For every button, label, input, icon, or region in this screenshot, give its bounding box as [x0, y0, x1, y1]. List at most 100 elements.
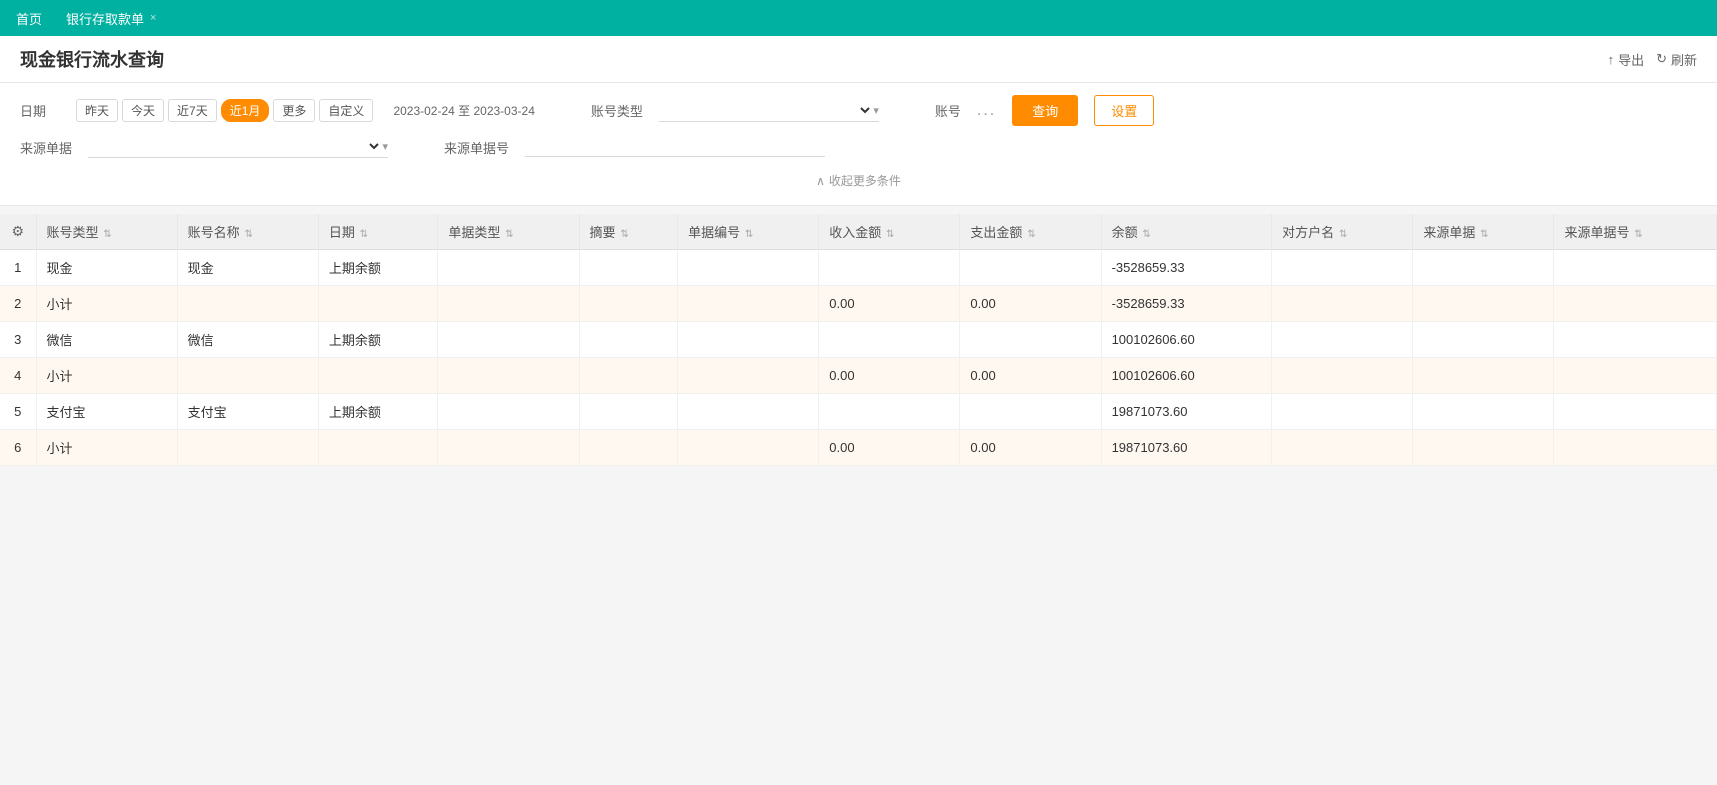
- source-doc-no-input[interactable]: [525, 137, 825, 157]
- cell-3: [318, 358, 438, 394]
- nav-tab-银行存取款单[interactable]: 银行存取款单×: [54, 0, 194, 36]
- table-row: 5支付宝支付宝上期余额19871073.60: [0, 394, 1717, 430]
- settings-button[interactable]: 设置: [1094, 95, 1154, 126]
- table-row: 3微信微信上期余额100102606.60: [0, 322, 1717, 358]
- sort-icon-11: ⇅: [1477, 229, 1488, 240]
- cell-12: [1554, 394, 1717, 430]
- cell-8: 0.00: [960, 358, 1101, 394]
- cell-2: [177, 286, 318, 322]
- top-navigation: 首页 收款单×付款单×其他收入单×应收应付调整单×银行存取款单×预收冲应收单×收…: [0, 0, 1717, 36]
- cell-12: [1554, 286, 1717, 322]
- col-header-11: 来源单据 ⇅: [1413, 214, 1554, 250]
- cell-5: [579, 394, 678, 430]
- filter-area: 日期 昨天今天近7天近1月更多自定义 2023-02-24 至 2023-03-…: [0, 83, 1717, 206]
- cell-6: [678, 394, 819, 430]
- cell-12: [1554, 322, 1717, 358]
- date-btn-自定义[interactable]: 自定义: [319, 99, 373, 122]
- cell-11: [1413, 430, 1554, 466]
- col-header-3: 日期 ⇅: [318, 214, 438, 250]
- col-header-12: 来源单据号 ⇅: [1554, 214, 1717, 250]
- table-row: 2小计0.000.00-3528659.33: [0, 286, 1717, 322]
- row-num: 6: [0, 430, 36, 466]
- cell-3: 上期余额: [318, 250, 438, 286]
- col-header-9: 余额 ⇅: [1101, 214, 1272, 250]
- cell-11: [1413, 322, 1554, 358]
- col-header-10: 对方户名 ⇅: [1272, 214, 1413, 250]
- nav-tabs: 收款单×付款单×其他收入单×应收应付调整单×银行存取款单×预收冲应收单×收款核销…: [54, 0, 194, 36]
- cell-1: 小计: [36, 358, 177, 394]
- cell-7: 0.00: [819, 286, 960, 322]
- table-container: ⚙账号类型 ⇅账号名称 ⇅日期 ⇅单据类型 ⇅摘要 ⇅单据编号 ⇅收入金额 ⇅支…: [0, 214, 1717, 466]
- cell-9: 19871073.60: [1101, 430, 1272, 466]
- cell-10: [1272, 286, 1413, 322]
- export-icon: ↑: [1608, 52, 1615, 67]
- cell-9: -3528659.33: [1101, 250, 1272, 286]
- account-type-select-wrap: ▾: [659, 100, 879, 122]
- cell-4: [438, 430, 579, 466]
- cell-2: [177, 430, 318, 466]
- refresh-icon: ↻: [1656, 51, 1667, 67]
- cell-2: 支付宝: [177, 394, 318, 430]
- account-type-select[interactable]: [659, 100, 873, 121]
- cell-7: 0.00: [819, 430, 960, 466]
- refresh-button[interactable]: ↻ 刷新: [1656, 50, 1697, 69]
- cell-10: [1272, 322, 1413, 358]
- cell-6: [678, 322, 819, 358]
- cell-11: [1413, 250, 1554, 286]
- sort-icon-10: ⇅: [1336, 229, 1347, 240]
- cell-6: [678, 286, 819, 322]
- cell-9: -3528659.33: [1101, 286, 1272, 322]
- account-dots-button[interactable]: ...: [977, 102, 996, 120]
- date-btn-今天[interactable]: 今天: [122, 99, 164, 122]
- close-icon[interactable]: ×: [150, 12, 156, 24]
- table-body: 1现金现金上期余额-3528659.332小计0.000.00-3528659.…: [0, 250, 1717, 466]
- date-btn-昨天[interactable]: 昨天: [76, 99, 118, 122]
- cell-12: [1554, 250, 1717, 286]
- nav-home[interactable]: 首页: [4, 0, 54, 36]
- col-header-5: 摘要 ⇅: [579, 214, 678, 250]
- filter-row-2: 来源单据 ▾ 来源单据号: [20, 136, 1697, 158]
- cell-8: [960, 322, 1101, 358]
- table-header: ⚙账号类型 ⇅账号名称 ⇅日期 ⇅单据类型 ⇅摘要 ⇅单据编号 ⇅收入金额 ⇅支…: [0, 214, 1717, 250]
- sort-icon-1: ⇅: [101, 229, 112, 240]
- cell-1: 微信: [36, 322, 177, 358]
- col-header-2: 账号名称 ⇅: [177, 214, 318, 250]
- sort-icon-5: ⇅: [618, 229, 629, 240]
- date-btn-近1月[interactable]: 近1月: [221, 99, 270, 122]
- cell-1: 小计: [36, 430, 177, 466]
- sort-icon-12: ⇅: [1631, 229, 1642, 240]
- cell-9: 100102606.60: [1101, 322, 1272, 358]
- table-row: 4小计0.000.00100102606.60: [0, 358, 1717, 394]
- cell-7: 0.00: [819, 358, 960, 394]
- source-doc-no-label: 来源单据号: [444, 138, 509, 157]
- header-actions: ↑ 导出 ↻ 刷新: [1608, 50, 1697, 69]
- cell-7: [819, 250, 960, 286]
- cell-6: [678, 250, 819, 286]
- cell-5: [579, 286, 678, 322]
- date-range: 2023-02-24 至 2023-03-24: [393, 102, 534, 119]
- cell-3: [318, 286, 438, 322]
- collapse-row[interactable]: ∧ 收起更多条件: [20, 168, 1697, 193]
- col-header-6: 单据编号 ⇅: [678, 214, 819, 250]
- page-header: 现金银行流水查询 ↑ 导出 ↻ 刷新: [0, 36, 1717, 83]
- col-header-7: 收入金额 ⇅: [819, 214, 960, 250]
- cell-11: [1413, 286, 1554, 322]
- date-buttons: 昨天今天近7天近1月更多自定义: [76, 99, 373, 122]
- date-btn-更多[interactable]: 更多: [273, 99, 315, 122]
- row-num: 4: [0, 358, 36, 394]
- date-btn-近7天[interactable]: 近7天: [168, 99, 217, 122]
- source-doc-select[interactable]: [88, 136, 382, 157]
- cell-12: [1554, 358, 1717, 394]
- export-button[interactable]: ↑ 导出: [1608, 50, 1645, 69]
- cell-8: [960, 250, 1101, 286]
- cell-1: 支付宝: [36, 394, 177, 430]
- cell-12: [1554, 430, 1717, 466]
- query-button[interactable]: 查询: [1012, 95, 1078, 126]
- cell-5: [579, 250, 678, 286]
- filter-row-1: 日期 昨天今天近7天近1月更多自定义 2023-02-24 至 2023-03-…: [20, 95, 1697, 126]
- col-header-0[interactable]: ⚙: [0, 214, 36, 250]
- col-header-8: 支出金额 ⇅: [960, 214, 1101, 250]
- gear-icon[interactable]: ⚙: [11, 223, 24, 239]
- account-label: 账号: [935, 101, 961, 120]
- table-row: 1现金现金上期余额-3528659.33: [0, 250, 1717, 286]
